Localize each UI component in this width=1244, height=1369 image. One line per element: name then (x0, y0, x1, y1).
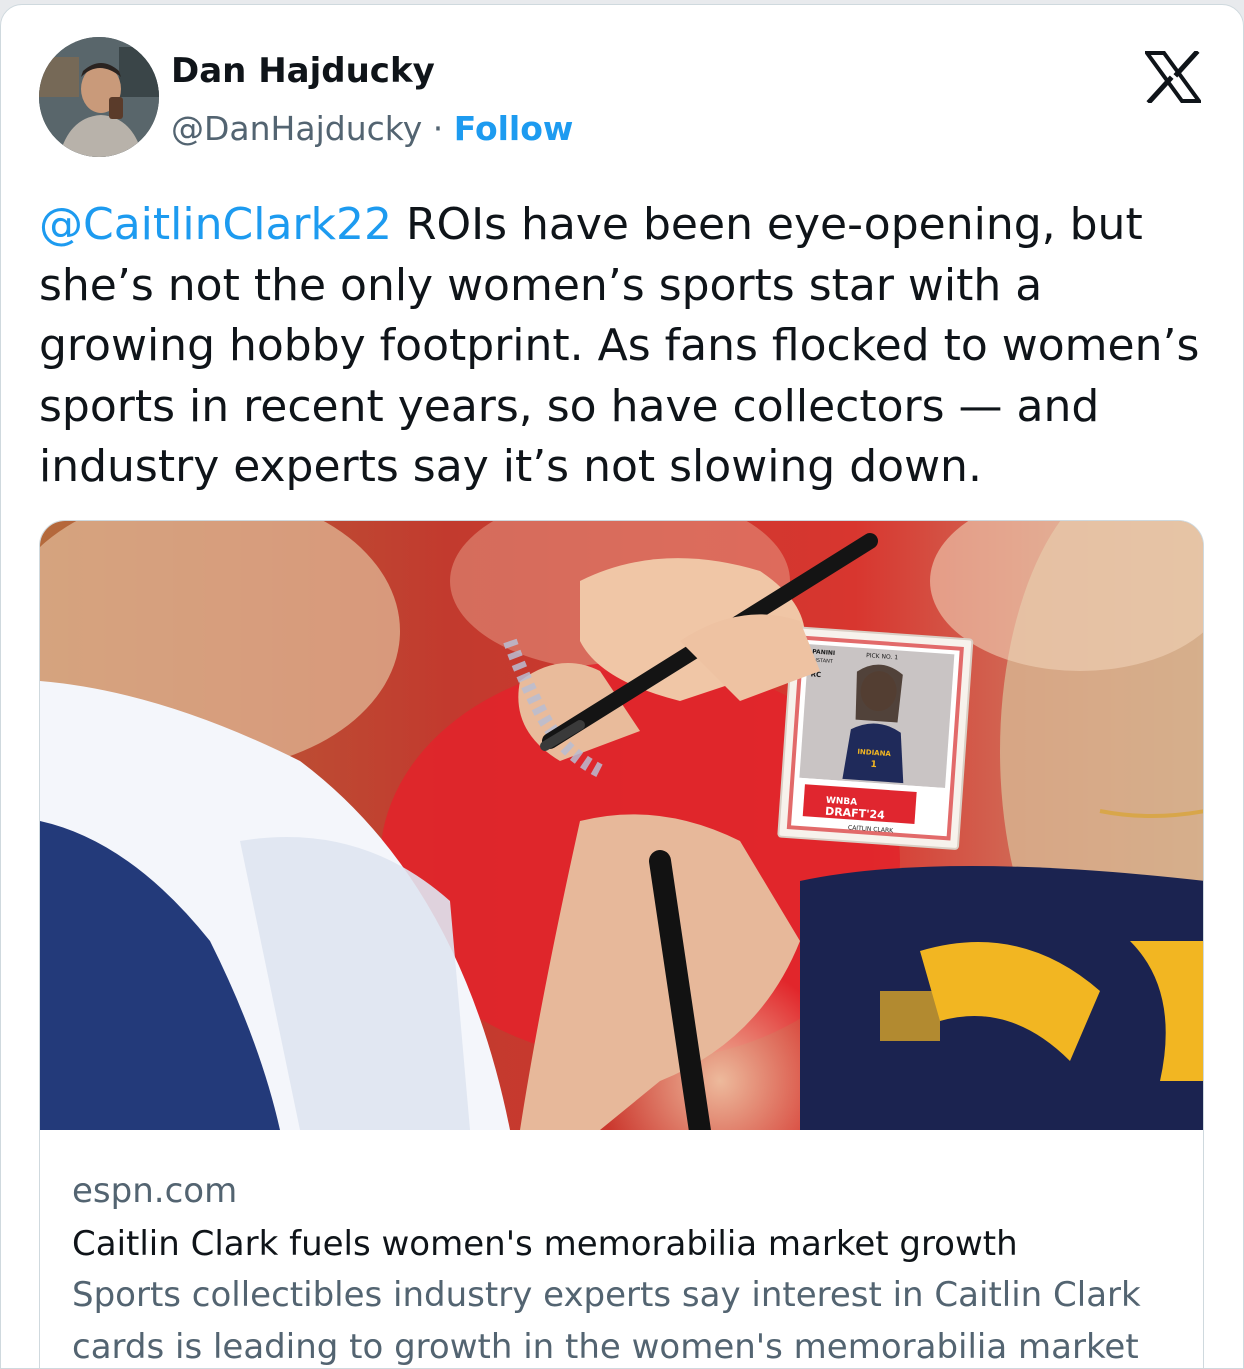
separator-dot: · (432, 109, 444, 148)
avatar[interactable] (39, 37, 159, 157)
link-preview-card[interactable]: WNBA DRAFT'24 CAITLIN CLARK PANINI INSTA… (39, 520, 1204, 1368)
author-handle[interactable]: @DanHajducky (171, 109, 422, 148)
link-meta: espn.com Caitlin Clark fuels women's mem… (72, 1169, 1172, 1368)
link-description-line-2: cards is leading to growth in the women'… (72, 1327, 1139, 1367)
link-domain[interactable]: espn.com (72, 1169, 1172, 1213)
x-logo-icon[interactable] (1143, 49, 1203, 105)
tweet-header: Dan Hajducky @DanHajducky · Follow (39, 37, 1219, 161)
card-number: 1 (870, 760, 877, 770)
tweet-embed: Dan Hajducky @DanHajducky · Follow @Cait… (0, 4, 1244, 1369)
link-description-line-1: Sports collectibles industry experts say… (72, 1275, 1141, 1315)
author-meta: @DanHajducky · Follow (171, 109, 573, 148)
avatar-photo-icon (39, 37, 159, 157)
link-preview-image[interactable]: WNBA DRAFT'24 CAITLIN CLARK PANINI INSTA… (40, 521, 1203, 1201)
follow-button[interactable]: Follow (454, 109, 574, 148)
link-title[interactable]: Caitlin Clark fuels women's memorabilia … (72, 1219, 1172, 1269)
mention-link[interactable]: @CaitlinClark22 (39, 199, 392, 250)
author-name[interactable]: Dan Hajducky (171, 51, 435, 91)
tweet-text: @CaitlinClark22 ROIs have been eye-openi… (39, 195, 1219, 498)
